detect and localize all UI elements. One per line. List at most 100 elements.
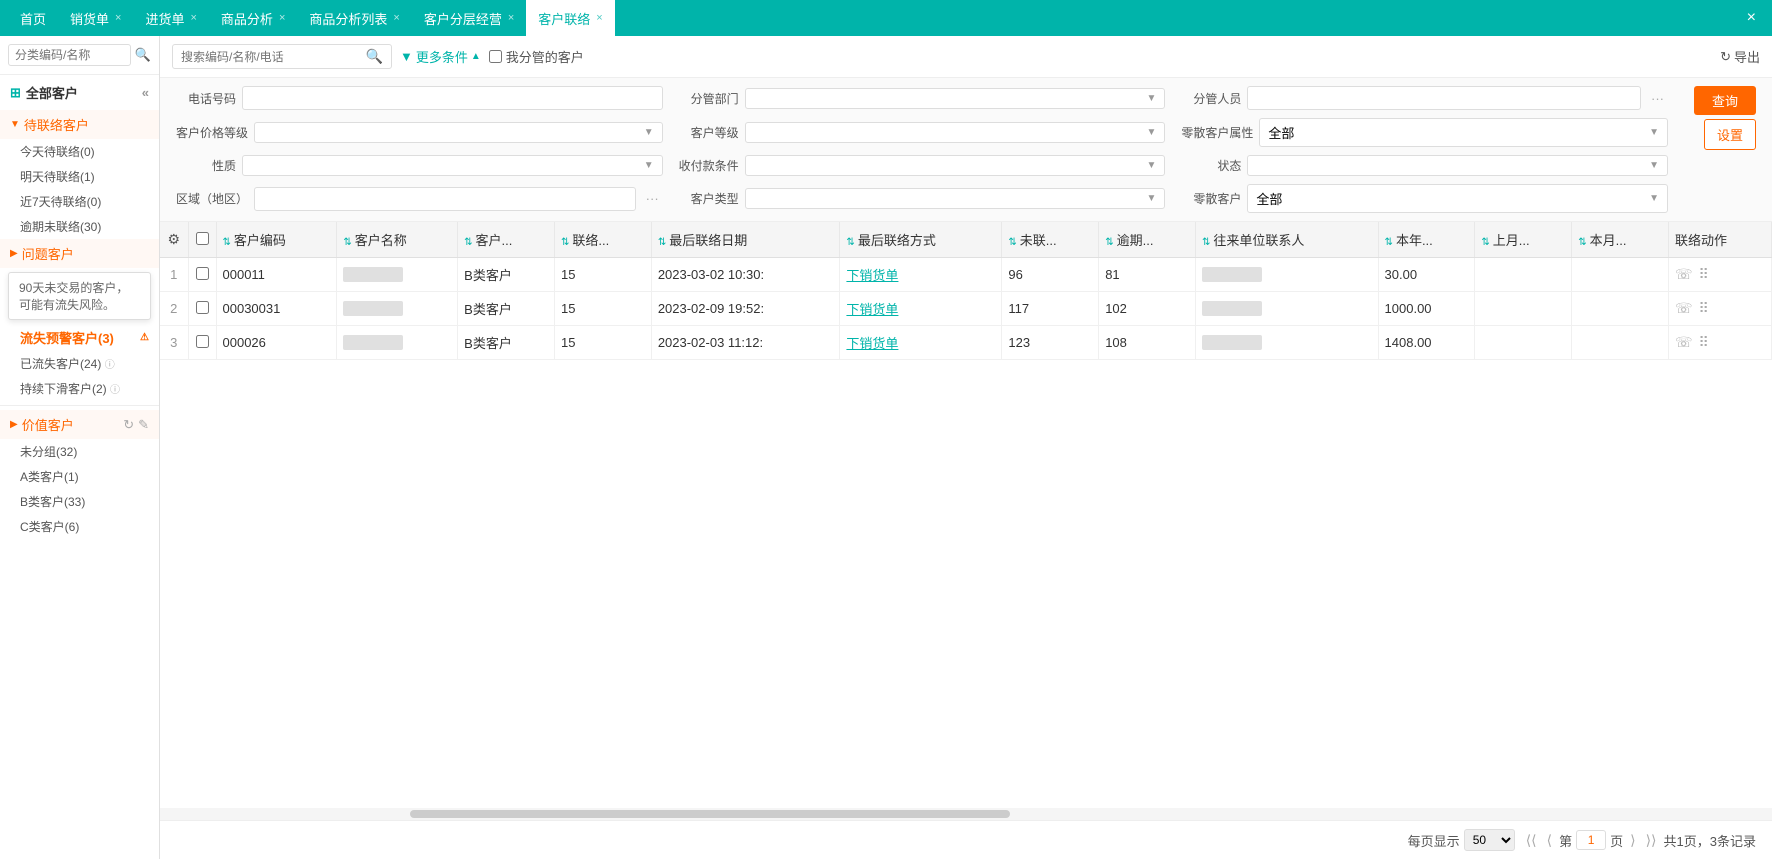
filter-customer-type-select[interactable]: ▼ xyxy=(745,188,1166,209)
close-product-analysis-icon[interactable]: × xyxy=(279,12,285,24)
sidebar-item-declining[interactable]: 持续下滑客户(2) ⓘ xyxy=(0,376,159,401)
sort-name-icon[interactable]: ⇅ xyxy=(343,237,351,248)
sidebar-item-7days-contact[interactable]: 近7天待联络(0) xyxy=(0,189,159,214)
sort-ty-icon[interactable]: ⇅ xyxy=(1385,237,1393,248)
nav-home[interactable]: 首页 xyxy=(8,0,58,36)
sidebar-item-class-c[interactable]: C类客户(6) xyxy=(0,514,159,539)
contact-action-icon[interactable]: ☏ xyxy=(1675,334,1693,351)
filter-nature-select[interactable]: ▼ xyxy=(242,155,663,176)
filter-phone-input[interactable] xyxy=(242,86,663,110)
next-page-button[interactable]: ⟩ xyxy=(1627,832,1638,849)
sidebar-item-class-a[interactable]: A类客户(1) xyxy=(0,464,159,489)
filter-region-input[interactable] xyxy=(254,187,636,211)
sidebar-item-ungrouped[interactable]: 未分组(32) xyxy=(0,439,159,464)
close-sales-order-icon[interactable]: × xyxy=(115,12,121,24)
filter-customer-level-select[interactable]: ▼ xyxy=(745,122,1166,143)
nav-product-analysis-list[interactable]: 商品分析列表 × xyxy=(297,0,411,36)
sort-last-method-icon[interactable]: ⇅ xyxy=(846,237,854,248)
close-all-tabs-button[interactable]: × xyxy=(1739,9,1764,27)
filter-retail-select[interactable]: 全部 ▼ xyxy=(1247,184,1668,213)
nav-purchase-order[interactable]: 进货单 × xyxy=(133,0,208,36)
region-more-icon[interactable]: ··· xyxy=(642,191,663,206)
filter-retail-attr-select[interactable]: 全部 ▼ xyxy=(1259,118,1668,147)
last-method-link[interactable]: 下销货单 xyxy=(846,268,898,283)
filter-payment-select[interactable]: ▼ xyxy=(745,155,1166,176)
last-method-link[interactable]: 下销货单 xyxy=(846,336,898,351)
filter-price-level-select[interactable]: ▼ xyxy=(254,122,663,143)
row-checkbox[interactable] xyxy=(196,301,209,314)
all-customers-header[interactable]: ⊞ 全部客户 « xyxy=(0,75,159,110)
filter-status-select[interactable]: ▼ xyxy=(1247,155,1668,176)
first-page-button[interactable]: ⟨⟨ xyxy=(1523,832,1540,849)
export-button[interactable]: ↻ 导出 xyxy=(1720,47,1760,66)
sort-overdue-icon[interactable]: ⇅ xyxy=(1105,237,1113,248)
sort-last-date-icon[interactable]: ⇅ xyxy=(658,237,666,248)
select-all-checkbox[interactable] xyxy=(196,232,209,245)
column-settings-icon[interactable]: ⚙ xyxy=(167,231,180,247)
sort-contact-icon[interactable]: ⇅ xyxy=(561,237,569,248)
close-product-analysis-list-icon[interactable]: × xyxy=(393,12,399,24)
th-settings[interactable]: ⚙ xyxy=(160,222,188,258)
sidebar-search-input[interactable] xyxy=(8,44,131,66)
row-checkbox-cell[interactable] xyxy=(188,326,216,360)
sort-type-icon[interactable]: ⇅ xyxy=(464,237,472,248)
sidebar-item-tomorrow-contact[interactable]: 明天待联络(1) xyxy=(0,164,159,189)
sort-tm-icon[interactable]: ⇅ xyxy=(1578,237,1586,248)
nav-sales-order[interactable]: 销货单 × xyxy=(58,0,133,36)
last-method-link[interactable]: 下销货单 xyxy=(846,302,898,317)
search-button[interactable]: 🔍 xyxy=(366,48,383,65)
person-more-icon[interactable]: ··· xyxy=(1647,91,1668,106)
more-action-icon[interactable]: ⠿ xyxy=(1699,266,1709,283)
my-customers-checkbox-label[interactable]: 我分管的客户 xyxy=(489,47,584,66)
sidebar-item-today-contact[interactable]: 今天待联络(0) xyxy=(0,139,159,164)
cell-this-month xyxy=(1572,258,1669,292)
nav-customer-contact[interactable]: 客户联络 × xyxy=(526,0,614,36)
prev-page-button[interactable]: ⟨ xyxy=(1544,832,1555,849)
refresh-icon[interactable]: ↻ xyxy=(123,417,134,433)
more-action-icon[interactable]: ⠿ xyxy=(1699,300,1709,317)
more-action-icon[interactable]: ⠿ xyxy=(1699,334,1709,351)
sidebar-group-problem-customer[interactable]: ▶ 问题客户 xyxy=(0,239,159,268)
sort-unlisted-icon[interactable]: ⇅ xyxy=(1008,237,1016,248)
sort-code-icon[interactable]: ⇅ xyxy=(223,237,231,248)
sort-lm-icon[interactable]: ⇅ xyxy=(1481,237,1489,248)
cell-this-year: 1408.00 xyxy=(1378,326,1475,360)
close-purchase-order-icon[interactable]: × xyxy=(190,12,196,24)
filter-person-input[interactable] xyxy=(1247,86,1641,110)
horizontal-scrollbar[interactable] xyxy=(160,808,1772,820)
close-customer-contact-icon[interactable]: × xyxy=(596,12,602,24)
contact-action-icon[interactable]: ☏ xyxy=(1675,300,1693,317)
filter-dept-select[interactable]: ▼ xyxy=(745,88,1166,109)
close-customer-segment-icon[interactable]: × xyxy=(508,12,514,24)
sidebar-search-wrap: 🔍 xyxy=(0,36,159,75)
row-checkbox-cell[interactable] xyxy=(188,258,216,292)
sidebar-collapse-icon[interactable]: « xyxy=(142,85,149,100)
last-page-button[interactable]: ⟩⟩ xyxy=(1643,832,1660,849)
sidebar-item-churn-warning[interactable]: 流失预警客户(3) ⚠ xyxy=(0,324,159,351)
row-checkbox[interactable] xyxy=(196,335,209,348)
edit-icon[interactable]: ✎ xyxy=(138,417,149,433)
sidebar-group-value-customer[interactable]: ▶ 价值客户 ↻ ✎ xyxy=(0,410,159,439)
th-checkbox[interactable] xyxy=(188,222,216,258)
contact-action-icon[interactable]: ☏ xyxy=(1675,266,1693,283)
my-customers-checkbox[interactable] xyxy=(489,50,502,63)
sidebar-search-icon[interactable]: 🔍 xyxy=(135,47,151,63)
sidebar-item-class-b[interactable]: B类客户(33) xyxy=(0,489,159,514)
sidebar-item-churned[interactable]: 已流失客户(24) ⓘ xyxy=(0,351,159,376)
more-filters-button[interactable]: ▼ 更多条件 ▲ xyxy=(400,47,481,66)
sort-cp-icon[interactable]: ⇅ xyxy=(1202,237,1210,248)
sidebar-item-overdue-contact[interactable]: 逾期未联络(30) xyxy=(0,214,159,239)
query-button[interactable]: 查询 xyxy=(1694,86,1756,115)
row-checkbox-cell[interactable] xyxy=(188,292,216,326)
row-checkbox[interactable] xyxy=(196,267,209,280)
sidebar-group-pending-contact[interactable]: ▼ 待联络客户 xyxy=(0,110,159,139)
nav-product-analysis[interactable]: 商品分析 × xyxy=(209,0,297,36)
nav-customer-segment[interactable]: 客户分层经营 × xyxy=(412,0,526,36)
search-input[interactable] xyxy=(181,50,362,64)
page-number-input[interactable] xyxy=(1576,830,1606,850)
per-page-select[interactable]: 50 20 100 xyxy=(1464,829,1515,851)
scrollbar-thumb[interactable] xyxy=(410,810,1010,818)
settings-button[interactable]: 设置 xyxy=(1704,119,1756,150)
blurred-name xyxy=(343,301,403,316)
filter-nature: 性质 ▼ xyxy=(176,155,663,176)
